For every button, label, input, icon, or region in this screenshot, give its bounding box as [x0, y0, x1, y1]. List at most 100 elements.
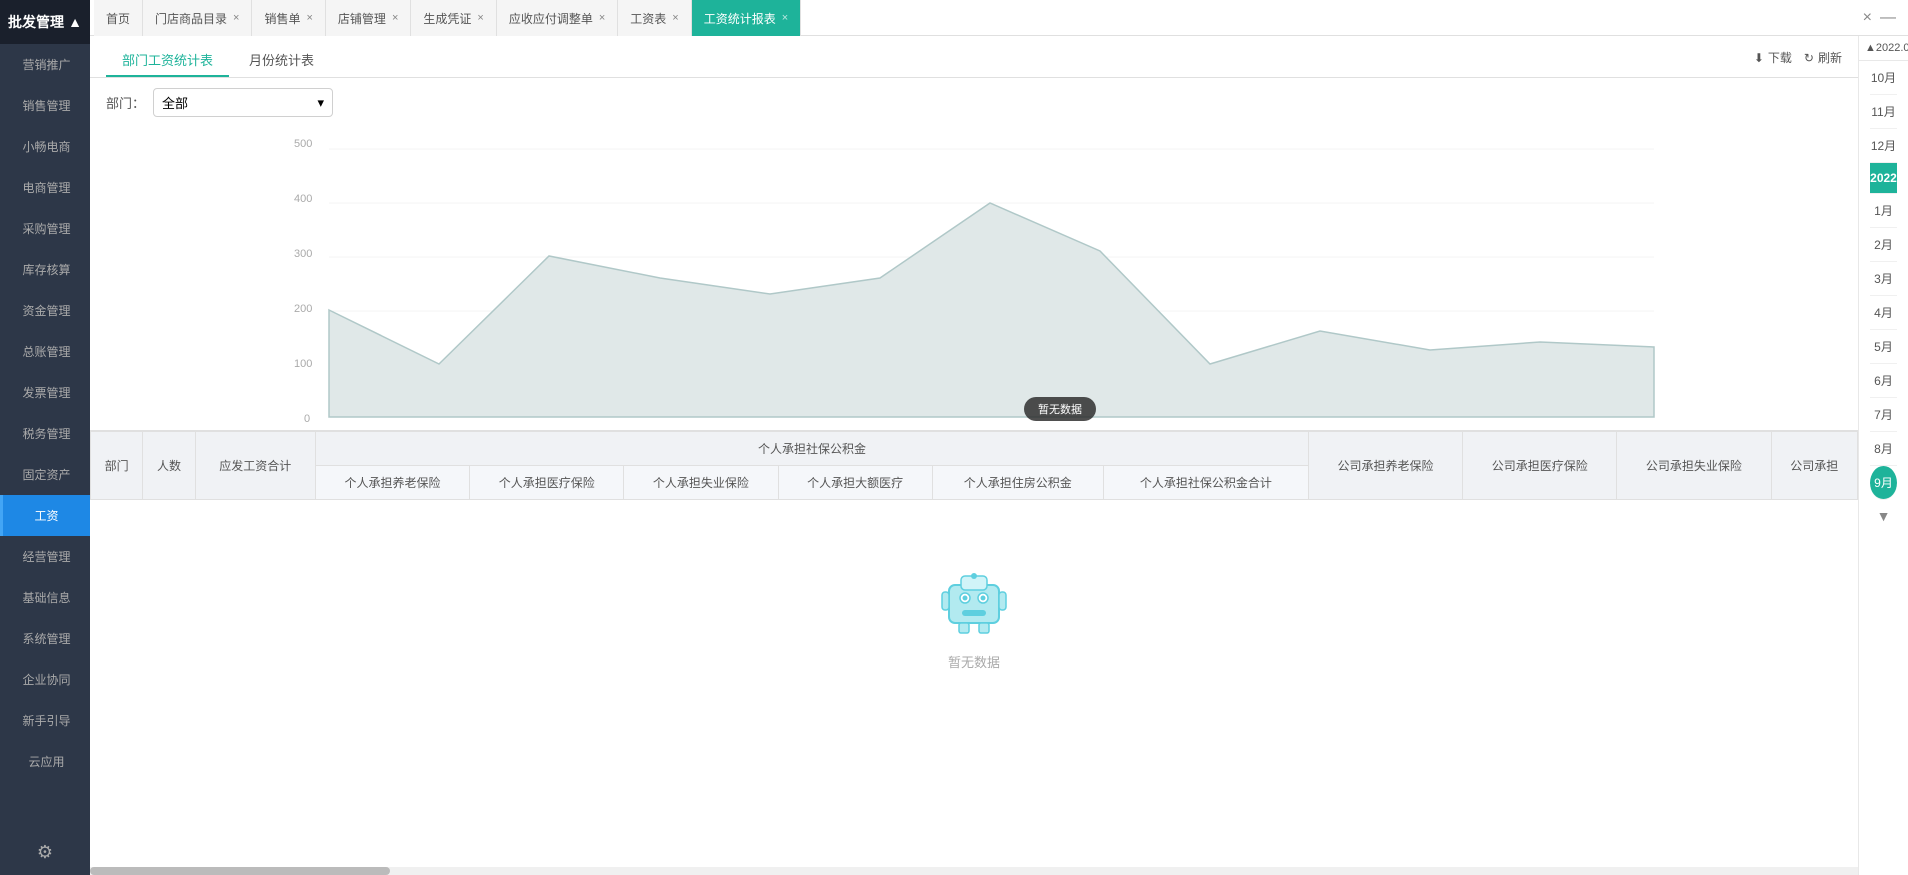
month-item-7月[interactable]: 7月: [1870, 398, 1897, 432]
content-area: 部门工资统计表月份统计表 ⬇ 下载 ↻ 刷新 部门： 全部 ▾: [90, 36, 1908, 875]
tab-close-生成凭证[interactable]: ×: [477, 12, 483, 24]
sidebar-item-基础信息[interactable]: 基础信息: [0, 577, 90, 618]
month-item-1月[interactable]: 1月: [1870, 194, 1897, 228]
tab-bar-end: × —: [1859, 9, 1908, 27]
month-item-2月[interactable]: 2月: [1870, 228, 1897, 262]
table-scrollbar[interactable]: [90, 867, 1858, 875]
sidebar-item-新手引导[interactable]: 新手引导: [0, 700, 90, 741]
month-item-11月[interactable]: 11月: [1870, 95, 1897, 129]
sub-tab-部门工资统计表[interactable]: 部门工资统计表: [106, 44, 229, 77]
dept-select[interactable]: 全部 ▾: [153, 88, 333, 117]
sub-tab-月份统计表[interactable]: 月份统计表: [233, 44, 330, 77]
sidebar: 批发管理 ▲ 营销推广销售管理小畅电商电商管理采购管理库存核算资金管理总账管理发…: [0, 0, 90, 875]
empty-icon: [934, 560, 1014, 640]
svg-text:500: 500: [294, 138, 312, 150]
month-item-10月[interactable]: 10月: [1870, 61, 1897, 95]
tab-首页[interactable]: 首页: [94, 0, 143, 36]
tab-应收应付调整单[interactable]: 应收应付调整单×: [497, 0, 618, 36]
tab-close-工资表[interactable]: ×: [672, 12, 678, 24]
month-item-2022[interactable]: 2022: [1870, 163, 1897, 194]
svg-text:200: 200: [294, 303, 312, 315]
sidebar-item-固定资产[interactable]: 固定资产: [0, 454, 90, 495]
sidebar-items: 营销推广销售管理小畅电商电商管理采购管理库存核算资金管理总账管理发票管理税务管理…: [0, 44, 90, 782]
tab-close-销售单[interactable]: ×: [306, 12, 312, 24]
refresh-label: 刷新: [1818, 49, 1842, 66]
sidebar-item-电商管理[interactable]: 电商管理: [0, 167, 90, 208]
filter-bar: 部门： 全部 ▾: [90, 78, 1858, 127]
sidebar-item-营销推广[interactable]: 营销推广: [0, 44, 90, 85]
sidebar-item-销售管理[interactable]: 销售管理: [0, 85, 90, 126]
sub-tabs-list: 部门工资统计表月份统计表: [106, 44, 334, 77]
col-company-unemp: 公司承担失业保险: [1617, 432, 1771, 500]
col-personal-unemp: 个人承担失业保险: [624, 466, 778, 500]
right-panel: ▲ 2022.09 10月11月12月20221月2月3月4月5月6月7月8月9…: [1858, 36, 1908, 875]
sidebar-item-经营管理[interactable]: 经营管理: [0, 536, 90, 577]
date-nav-down[interactable]: ▼: [1869, 500, 1899, 532]
svg-text:100: 100: [294, 358, 312, 370]
col-company-medical: 公司承担医疗保险: [1463, 432, 1617, 500]
sidebar-item-采购管理[interactable]: 采购管理: [0, 208, 90, 249]
sidebar-settings[interactable]: ⚙: [0, 830, 90, 875]
minimize-icon[interactable]: —: [1876, 9, 1900, 27]
sidebar-title: 批发管理: [8, 12, 64, 32]
tab-close-工资统计报表[interactable]: ×: [782, 12, 788, 24]
tab-close-门店商品目录[interactable]: ×: [233, 12, 239, 24]
tab-生成凭证[interactable]: 生成凭证×: [411, 0, 496, 36]
col-personal-major-medical: 个人承担大额医疗: [778, 466, 932, 500]
close-all-icon[interactable]: ×: [1859, 9, 1876, 27]
tab-门店商品目录[interactable]: 门店商品目录×: [143, 0, 252, 36]
col-personal-pension: 个人承担养老保险: [315, 466, 469, 500]
month-item-3月[interactable]: 3月: [1870, 262, 1897, 296]
sidebar-item-库存核算[interactable]: 库存核算: [0, 249, 90, 290]
month-item-6月[interactable]: 6月: [1870, 364, 1897, 398]
sidebar-item-企业协同[interactable]: 企业协同: [0, 659, 90, 700]
svg-text:400: 400: [294, 193, 312, 205]
sub-tabs: 部门工资统计表月份统计表 ⬇ 下载 ↻ 刷新: [90, 36, 1858, 78]
tab-工资表[interactable]: 工资表×: [618, 0, 691, 36]
month-item-8月[interactable]: 8月: [1870, 432, 1897, 466]
table-scrollbar-thumb[interactable]: [90, 867, 390, 875]
col-personal-group: 个人承担社保公积金: [315, 432, 1308, 466]
table-area[interactable]: 部门 人数 应发工资合计 个人承担社保公积金 公司承担养老保险 公司承担医疗保险…: [90, 430, 1858, 867]
col-count: 人数: [143, 432, 195, 500]
dept-label: 部门：: [106, 93, 145, 112]
tab-工资统计报表[interactable]: 工资统计报表×: [692, 0, 801, 36]
date-nav-up[interactable]: ▲: [1865, 42, 1876, 54]
svg-text:暂无数据: 暂无数据: [1038, 402, 1082, 416]
month-item-5月[interactable]: 5月: [1870, 330, 1897, 364]
table-header-group-row: 部门 人数 应发工资合计 个人承担社保公积金 公司承担养老保险 公司承担医疗保险…: [91, 432, 1858, 466]
sidebar-item-税务管理[interactable]: 税务管理: [0, 413, 90, 454]
sidebar-item-工资[interactable]: 工资: [0, 495, 90, 536]
sub-tab-actions: ⬇ 下载 ↻ 刷新: [1754, 49, 1842, 72]
svg-text:0: 0: [304, 413, 310, 425]
empty-state: 暂无数据: [90, 500, 1858, 731]
col-total-salary: 应发工资合计: [195, 432, 315, 500]
download-button[interactable]: ⬇ 下载: [1754, 49, 1792, 66]
data-table: 部门 人数 应发工资合计 个人承担社保公积金 公司承担养老保险 公司承担医疗保险…: [90, 431, 1858, 500]
sidebar-item-系统管理[interactable]: 系统管理: [0, 618, 90, 659]
col-personal-total: 个人承担社保公积金合计: [1103, 466, 1308, 500]
month-item-9月[interactable]: 9月: [1870, 466, 1897, 500]
col-company-other: 公司承担: [1771, 432, 1857, 500]
month-item-12月[interactable]: 12月: [1870, 129, 1897, 163]
month-item-4月[interactable]: 4月: [1870, 296, 1897, 330]
col-dept: 部门: [91, 432, 143, 500]
download-label: 下载: [1768, 49, 1792, 66]
current-date: 2022.09: [1876, 42, 1908, 54]
sidebar-item-小畅电商[interactable]: 小畅电商: [0, 126, 90, 167]
sidebar-item-发票管理[interactable]: 发票管理: [0, 372, 90, 413]
tab-店铺管理[interactable]: 店铺管理×: [326, 0, 411, 36]
sidebar-header[interactable]: 批发管理 ▲: [0, 0, 90, 44]
tab-close-店铺管理[interactable]: ×: [392, 12, 398, 24]
sidebar-item-云应用[interactable]: 云应用: [0, 741, 90, 782]
tab-销售单[interactable]: 销售单×: [252, 0, 325, 36]
tab-close-应收应付调整单[interactable]: ×: [599, 12, 605, 24]
months-list: 10月11月12月20221月2月3月4月5月6月7月8月9月: [1870, 61, 1897, 500]
sidebar-arrow-icon: ▲: [68, 14, 82, 30]
sidebar-item-总账管理[interactable]: 总账管理: [0, 331, 90, 372]
download-icon: ⬇: [1754, 51, 1764, 65]
main-panel: 部门工资统计表月份统计表 ⬇ 下载 ↻ 刷新 部门： 全部 ▾: [90, 36, 1858, 875]
col-personal-medical: 个人承担医疗保险: [470, 466, 624, 500]
sidebar-item-资金管理[interactable]: 资金管理: [0, 290, 90, 331]
refresh-button[interactable]: ↻ 刷新: [1804, 49, 1842, 66]
